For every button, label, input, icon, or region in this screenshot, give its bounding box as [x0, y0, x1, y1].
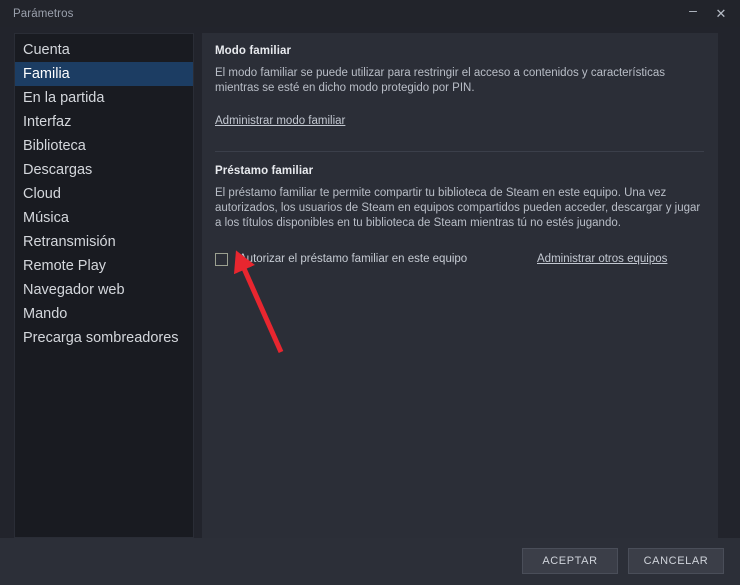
authorize-family-sharing-label[interactable]: Autorizar el préstamo familiar en este e… — [239, 253, 467, 265]
cancel-button[interactable]: CANCELAR — [628, 548, 724, 574]
sidebar-item-remote-play[interactable]: Remote Play — [15, 254, 193, 278]
sidebar-item-label: Familia — [23, 66, 70, 82]
settings-content-panel: Modo familiar El modo familiar se puede … — [202, 33, 718, 538]
sidebar-item-navegador-web[interactable]: Navegador web — [15, 278, 193, 302]
sidebar-item-en-la-partida[interactable]: En la partida — [15, 86, 193, 110]
family-mode-description: El modo familiar se puede utilizar para … — [215, 67, 665, 94]
sidebar-item-label: Retransmisión — [23, 234, 116, 250]
section-divider — [215, 151, 704, 152]
sidebar-item-label: Biblioteca — [23, 138, 86, 154]
close-icon[interactable]: ✕ — [708, 2, 734, 26]
minimize-icon[interactable]: – — [680, 0, 706, 29]
settings-window: Parámetros – ✕ Cuenta Familia En la part… — [0, 0, 740, 585]
window-title: Parámetros — [13, 7, 74, 20]
title-bar: Parámetros – ✕ — [0, 0, 740, 27]
sidebar-item-label: Precarga sombreadores — [23, 330, 179, 346]
settings-sidebar: Cuenta Familia En la partida Interfaz Bi… — [14, 33, 194, 538]
sidebar-item-label: En la partida — [23, 90, 105, 106]
sidebar-item-biblioteca[interactable]: Biblioteca — [15, 134, 193, 158]
sidebar-item-familia[interactable]: Familia — [15, 62, 193, 86]
family-sharing-section: Préstamo familiar El préstamo familiar t… — [215, 165, 704, 268]
manage-other-computers-link[interactable]: Administrar otros equipos — [537, 253, 667, 265]
sidebar-item-precarga-sombreadores[interactable]: Precarga sombreadores — [15, 326, 193, 350]
family-sharing-heading: Préstamo familiar — [215, 165, 314, 177]
sidebar-item-cloud[interactable]: Cloud — [15, 182, 193, 206]
manage-family-mode-link[interactable]: Administrar modo familiar — [215, 115, 345, 127]
sidebar-item-cuenta[interactable]: Cuenta — [15, 38, 193, 62]
dialog-footer: ACEPTAR CANCELAR — [0, 538, 740, 585]
family-mode-heading: Modo familiar — [215, 45, 292, 57]
authorize-family-sharing-checkbox[interactable] — [215, 252, 228, 266]
sidebar-item-descargas[interactable]: Descargas — [15, 158, 193, 182]
family-sharing-checkbox-row: Autorizar el préstamo familiar en este e… — [215, 250, 704, 268]
sidebar-item-musica[interactable]: Música — [15, 206, 193, 230]
family-sharing-description: El préstamo familiar te permite comparti… — [215, 187, 701, 229]
accept-button[interactable]: ACEPTAR — [522, 548, 618, 574]
sidebar-item-label: Música — [23, 210, 69, 226]
sidebar-item-retransmision[interactable]: Retransmisión — [15, 230, 193, 254]
window-controls: – ✕ — [680, 0, 734, 27]
sidebar-item-label: Navegador web — [23, 282, 125, 298]
sidebar-item-label: Cuenta — [23, 42, 70, 58]
sidebar-item-label: Cloud — [23, 186, 61, 202]
sidebar-item-label: Descargas — [23, 162, 93, 178]
footer-button-group: ACEPTAR CANCELAR — [522, 548, 724, 574]
sidebar-item-label: Remote Play — [23, 258, 107, 274]
sidebar-item-interfaz[interactable]: Interfaz — [15, 110, 193, 134]
sidebar-item-mando[interactable]: Mando — [15, 302, 193, 326]
sidebar-item-label: Interfaz — [23, 114, 72, 130]
sidebar-item-label: Mando — [23, 306, 68, 322]
